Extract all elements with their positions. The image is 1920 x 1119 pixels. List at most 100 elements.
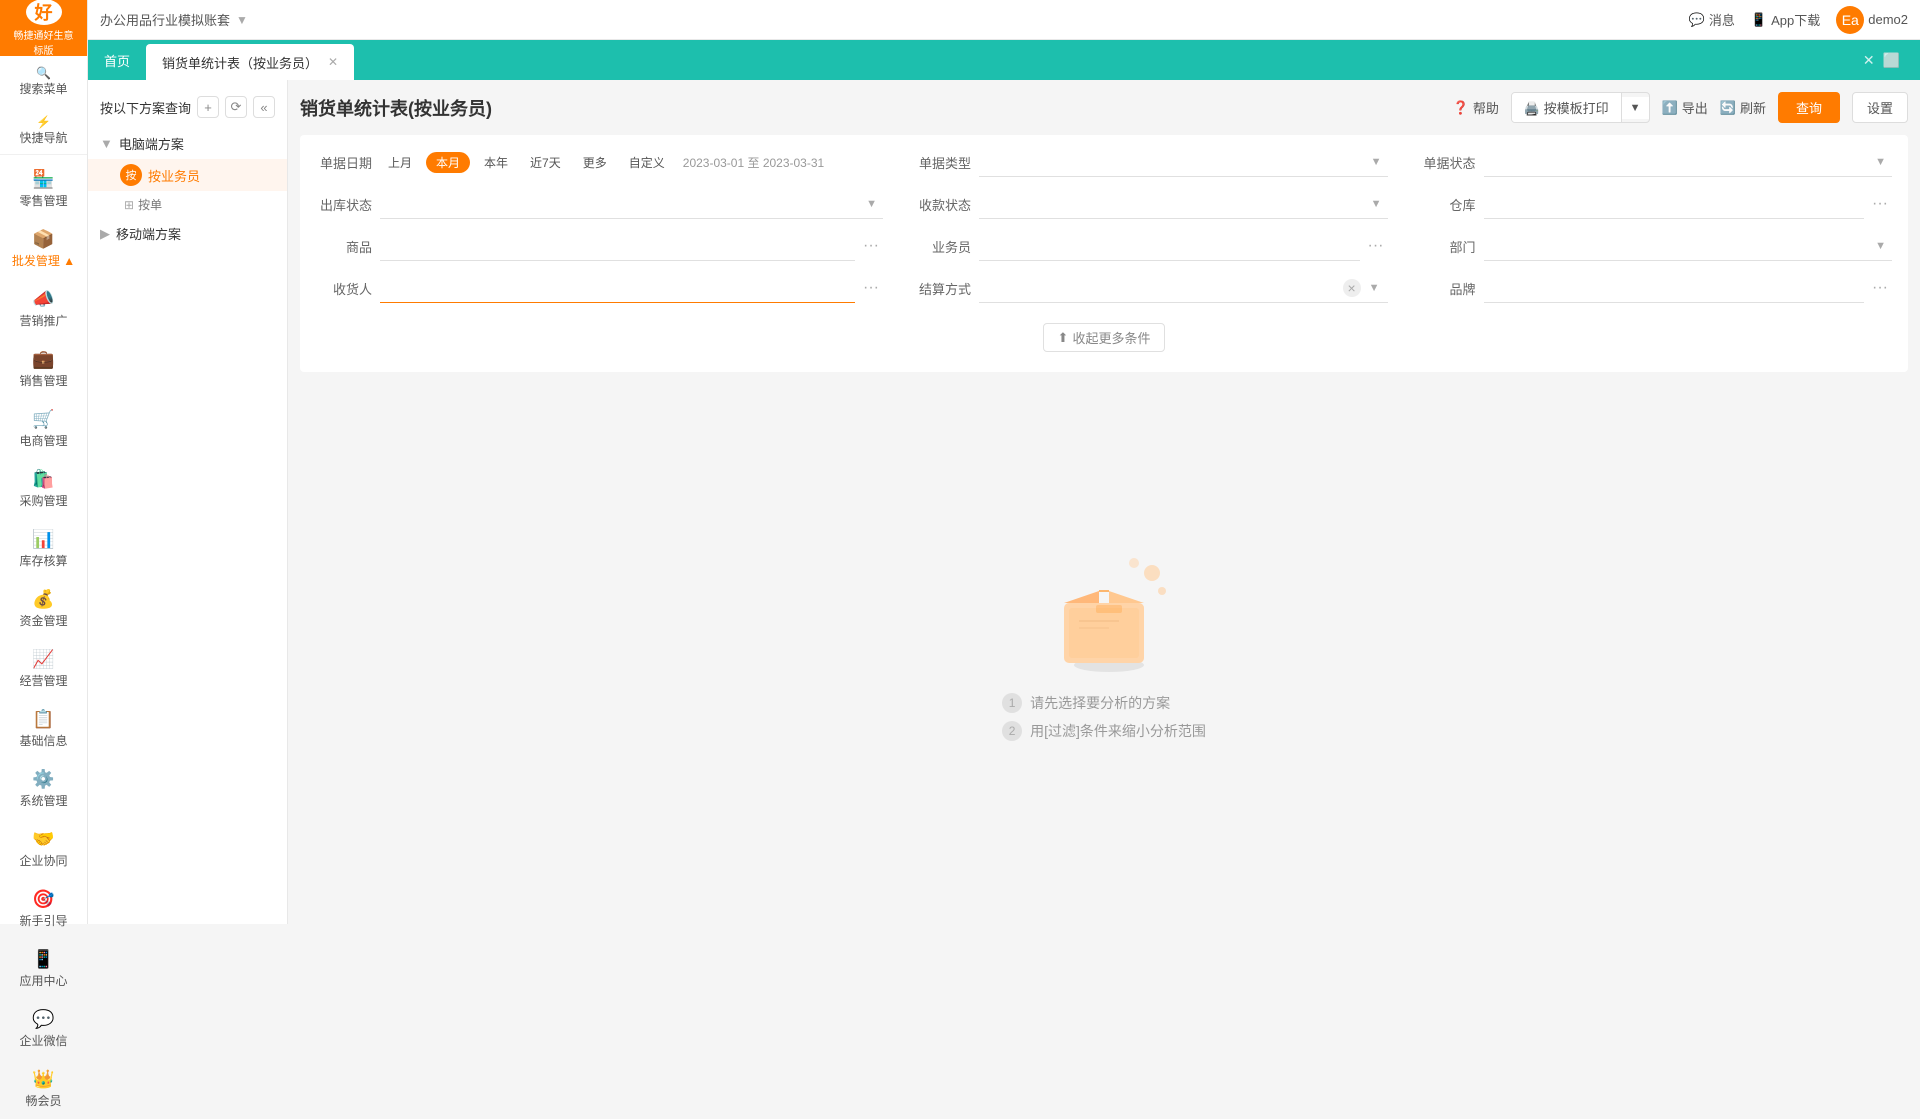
topbar-title: 办公用品行业模拟账套 bbox=[100, 10, 230, 29]
warehouse-input[interactable] bbox=[1484, 189, 1865, 219]
tab-sales-stat[interactable]: 销货单统计表（按业务员） ✕ bbox=[146, 44, 354, 80]
sidebar-item-enterprise[interactable]: 🤝 企业协同 bbox=[0, 819, 87, 879]
logo-text: 畅捷通好生意标版 bbox=[14, 27, 74, 57]
sidebar-item-basic-info[interactable]: 📋 基础信息 bbox=[0, 699, 87, 759]
tab-close-window-icon[interactable]: ✕ bbox=[1863, 52, 1875, 69]
template-print-label[interactable]: 🖨️ 按模板打印 bbox=[1512, 93, 1622, 122]
sidebar-item-ecommerce[interactable]: 🛒 电商管理 bbox=[0, 399, 87, 459]
sidebar-item-operation[interactable]: 📈 经营管理 bbox=[0, 639, 87, 699]
add-scheme-btn[interactable]: + bbox=[197, 96, 219, 118]
docstatus-arrow: ▼ bbox=[1875, 156, 1886, 168]
goods-input[interactable] bbox=[380, 231, 855, 261]
consignee-label: 收货人 bbox=[316, 279, 372, 298]
tree-sub-by-order[interactable]: ⊞ 按单 bbox=[88, 191, 287, 218]
query-btn[interactable]: 查询 bbox=[1778, 92, 1840, 123]
sidebar-item-purchase[interactable]: 🛍️ 采购管理 bbox=[0, 459, 87, 519]
date-btn-last-month[interactable]: 上月 bbox=[380, 152, 420, 173]
sidebar-item-wholesale[interactable]: 📦 批发管理 ▲ bbox=[0, 219, 87, 279]
hint-num-2: 2 bbox=[1002, 721, 1022, 741]
hint-num-1: 1 bbox=[1002, 693, 1022, 713]
filter-doctype-field: 单据类型 ▼ bbox=[915, 147, 1388, 177]
collapse-icon: ⬆ bbox=[1058, 330, 1069, 346]
sidebar-item-sales[interactable]: 💼 销售管理 bbox=[0, 339, 87, 399]
dept-select[interactable]: ▼ bbox=[1484, 231, 1893, 261]
tab-home[interactable]: 首页 bbox=[88, 40, 146, 80]
tab-close-icon[interactable]: ✕ bbox=[328, 55, 338, 69]
tree-child-by-salesperson[interactable]: 按 按业务员 bbox=[88, 159, 287, 191]
right-panel: 销货单统计表(按业务员) ❓ 帮助 🖨️ 按模板打印 ▼ ⬆️ bbox=[288, 80, 1920, 924]
order-icon: ⊞ bbox=[124, 198, 134, 212]
settings-btn[interactable]: 设置 bbox=[1852, 92, 1908, 123]
sidebar-item-inventory[interactable]: 📊 库存核算 bbox=[0, 519, 87, 579]
receiptstatus-select[interactable]: ▼ bbox=[979, 189, 1388, 219]
refresh-scheme-btn[interactable]: ⟳ bbox=[225, 96, 247, 118]
sidebar-item-member[interactable]: 👑 畅会员 bbox=[0, 1059, 87, 1119]
filter-salesperson-field: 业务员 ··· bbox=[915, 231, 1388, 261]
tree-parent-mobile[interactable]: ▶ 移动端方案 bbox=[88, 218, 287, 249]
filter-date-field: 单据日期 上月 本月 本年 近7天 更多 自定义 2023-03-01 至 20… bbox=[316, 152, 883, 173]
template-print-btn[interactable]: 🖨️ 按模板打印 ▼ bbox=[1511, 92, 1650, 123]
home-label: 首页 bbox=[104, 51, 130, 70]
date-btn-this-year[interactable]: 本年 bbox=[476, 152, 516, 173]
settlement-clear-btn[interactable]: × bbox=[1343, 279, 1361, 297]
sidebar-item-new-guide[interactable]: 🎯 新手引导 bbox=[0, 879, 87, 939]
topbar-dropdown-arrow[interactable]: ▼ bbox=[236, 13, 248, 27]
refresh-btn[interactable]: 🔄 刷新 bbox=[1720, 98, 1766, 117]
sidebar-item-finance[interactable]: 💰 资金管理 bbox=[0, 579, 87, 639]
warehouse-label: 仓库 bbox=[1420, 195, 1476, 214]
collapse-row: ⬆ 收起更多条件 bbox=[316, 315, 1892, 360]
help-btn[interactable]: ❓ 帮助 bbox=[1453, 98, 1499, 117]
sidebar-item-system[interactable]: ⚙️ 系统管理 bbox=[0, 759, 87, 819]
sidebar-item-retail[interactable]: 🏪 零售管理 bbox=[0, 159, 87, 219]
template-print-arrow[interactable]: ▼ bbox=[1622, 97, 1649, 119]
outstatus-label: 出库状态 bbox=[316, 195, 372, 214]
goods-dots[interactable]: ··· bbox=[859, 237, 883, 255]
empty-hint-2: 2 用[过滤]条件来缩小分析范围 bbox=[1002, 721, 1206, 741]
date-btn-more[interactable]: 更多 bbox=[575, 152, 615, 173]
user-menu[interactable]: Ea demo2 bbox=[1836, 6, 1908, 34]
settlement-arrow[interactable]: ▼ bbox=[1365, 282, 1384, 294]
message-btn[interactable]: 💬 消息 bbox=[1689, 10, 1735, 29]
filter-consignee-field: 收货人 ··· bbox=[316, 273, 883, 303]
filter-goods-field: 商品 ··· bbox=[316, 231, 883, 261]
empty-hints: 1 请先选择要分析的方案 2 用[过滤]条件来缩小分析范围 bbox=[1002, 693, 1206, 741]
user-avatar: Ea bbox=[1836, 6, 1864, 34]
tab-maximize-icon[interactable]: ⬜ bbox=[1883, 52, 1900, 69]
consignee-input[interactable] bbox=[380, 273, 855, 303]
docstatus-select[interactable]: ▼ bbox=[1484, 147, 1893, 177]
by-order-label: 按单 bbox=[138, 196, 162, 213]
left-panel-title: 按以下方案查询 bbox=[100, 98, 191, 117]
consignee-dots[interactable]: ··· bbox=[859, 279, 883, 297]
app-download-btn[interactable]: 📱 App下载 bbox=[1751, 10, 1820, 29]
warehouse-dots[interactable]: ··· bbox=[1868, 195, 1892, 213]
doctype-select[interactable]: ▼ bbox=[979, 147, 1388, 177]
date-btn-7days[interactable]: 近7天 bbox=[522, 152, 569, 173]
tab-controls: ✕ ⬜ bbox=[1863, 52, 1912, 69]
filter-row-2: 出库状态 ▼ 收款状态 ▼ bbox=[316, 189, 1892, 219]
salesperson-dots[interactable]: ··· bbox=[1364, 237, 1388, 255]
doctype-label: 单据类型 bbox=[915, 153, 971, 172]
outstatus-select[interactable]: ▼ bbox=[380, 189, 883, 219]
sidebar-item-marketing[interactable]: 📣 营销推广 bbox=[0, 279, 87, 339]
salesperson-input[interactable] bbox=[979, 231, 1360, 261]
receiptstatus-arrow: ▼ bbox=[1371, 198, 1382, 210]
date-btn-this-month[interactable]: 本月 bbox=[426, 152, 470, 173]
collapse-btn[interactable]: ⬆ 收起更多条件 bbox=[1043, 323, 1166, 352]
empty-hint-1: 1 请先选择要分析的方案 bbox=[1002, 693, 1170, 713]
left-panel-header: 按以下方案查询 + ⟳ « bbox=[88, 90, 287, 124]
logo: 好 畅捷通好生意标版 bbox=[0, 0, 87, 56]
export-btn[interactable]: ⬆️ 导出 bbox=[1662, 98, 1708, 117]
date-btn-custom[interactable]: 自定义 bbox=[621, 152, 673, 173]
topbar: 办公用品行业模拟账套 ▼ 💬 消息 📱 App下载 Ea demo2 bbox=[88, 0, 1920, 40]
brand-input[interactable] bbox=[1484, 273, 1865, 303]
sidebar-item-quick-nav[interactable]: ⚡ 快捷导航 bbox=[0, 107, 87, 155]
filter-settlement-field: 结算方式 × ▼ bbox=[915, 273, 1388, 303]
sidebar-item-wechat[interactable]: 💬 企业微信 bbox=[0, 999, 87, 1059]
sidebar-item-search[interactable]: 🔍 搜索菜单 bbox=[0, 56, 87, 107]
sidebar-item-app-center[interactable]: 📱 应用中心 bbox=[0, 939, 87, 999]
settlement-label: 结算方式 bbox=[915, 279, 971, 298]
collapse-panel-btn[interactable]: « bbox=[253, 96, 275, 118]
tree-expand-icon-mobile: ▶ bbox=[100, 226, 110, 242]
tree-parent-pc[interactable]: ▼ 电脑端方案 bbox=[88, 128, 287, 159]
brand-dots[interactable]: ··· bbox=[1868, 279, 1892, 297]
